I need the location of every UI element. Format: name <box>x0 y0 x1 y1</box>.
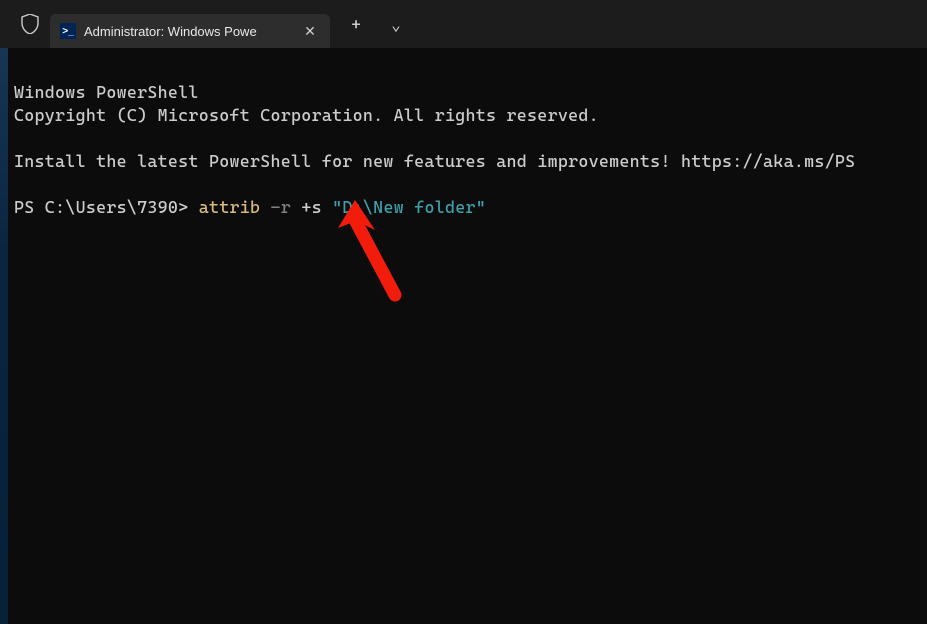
tab-dropdown-button[interactable]: ⌄ <box>376 7 416 41</box>
tab-close-button[interactable]: ✕ <box>300 21 320 41</box>
tab-powershell[interactable]: >_ Administrator: Windows Powe ✕ <box>50 14 330 48</box>
command-flag: +s <box>301 197 322 217</box>
new-tab-button[interactable]: + <box>336 7 376 41</box>
titlebar: >_ Administrator: Windows Powe ✕ + ⌄ <box>0 0 927 48</box>
command-flag: -r <box>271 197 292 217</box>
terminal-line: Copyright (C) Microsoft Corporation. All… <box>14 105 599 125</box>
admin-shield-icon <box>10 14 50 34</box>
terminal-line: Install the latest PowerShell for new fe… <box>14 151 855 171</box>
command-name: attrib <box>199 197 261 217</box>
terminal-output[interactable]: Windows PowerShell Copyright (C) Microso… <box>0 48 927 219</box>
command-path-arg: "D:\New folder" <box>332 197 486 217</box>
tab-title: Administrator: Windows Powe <box>84 24 292 39</box>
terminal-prompt: PS C:\Users\7390> <box>14 197 188 217</box>
terminal-line: Windows PowerShell <box>14 82 199 102</box>
powershell-icon: >_ <box>60 23 76 39</box>
